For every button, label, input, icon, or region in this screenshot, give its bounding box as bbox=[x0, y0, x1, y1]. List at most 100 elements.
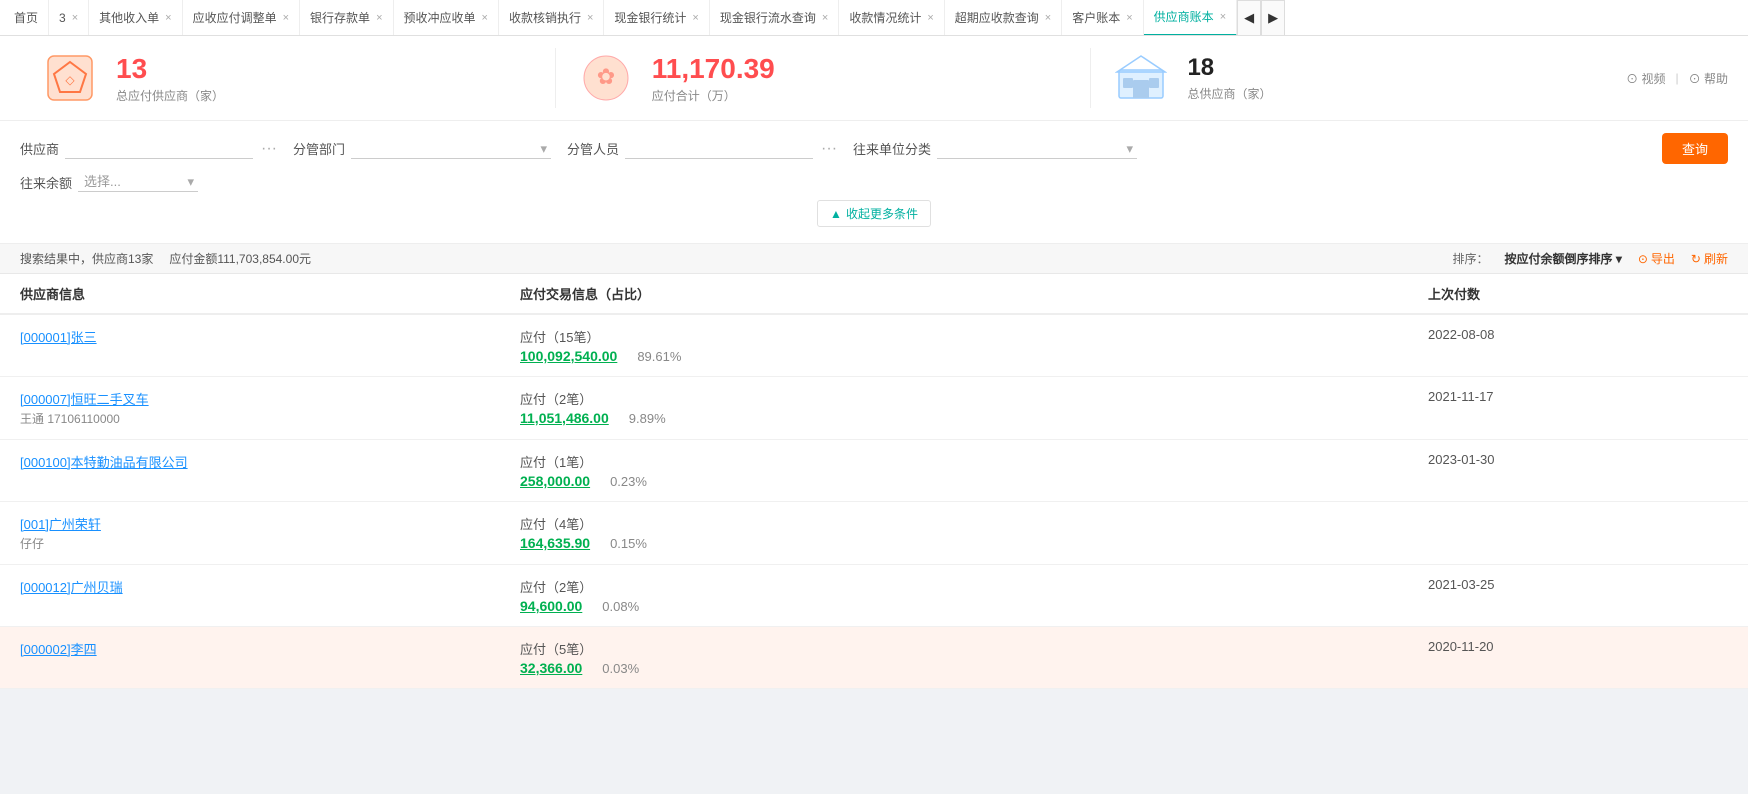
sort-selector[interactable]: 按应付余额倒序排序 ▾ bbox=[1504, 250, 1621, 267]
nav-tab-supplier-ledger-label: 供应商账本 bbox=[1154, 8, 1214, 25]
supplier-info-cell: [000012]广州贝瑞 bbox=[20, 577, 520, 598]
tx-info-cell: 应付（1笔） 258,000.00 0.23% bbox=[520, 452, 1428, 489]
payable-total-label: 应付合计（万） bbox=[652, 87, 775, 104]
nav-tab-receipt-exec[interactable]: 收款核销执行 × bbox=[499, 0, 604, 36]
close-icon[interactable]: × bbox=[482, 12, 488, 24]
collapse-icon: ▲ bbox=[830, 207, 842, 221]
close-icon[interactable]: × bbox=[822, 12, 828, 24]
top-navigation: 首页 3 × 其他收入单 × 应收应付调整单 × 银行存款单 × 预收冲应收单 … bbox=[0, 0, 1748, 36]
result-actions: 排序： 按应付余额倒序排序 ▾ ⊙ 导出 ↻ 刷新 bbox=[1452, 250, 1728, 267]
table-row: [000100]本特勤油品有限公司 应付（1笔） 258,000.00 0.23… bbox=[0, 440, 1748, 502]
nav-tab-ar-ap[interactable]: 应收应付调整单 × bbox=[183, 0, 300, 36]
close-icon[interactable]: × bbox=[376, 12, 382, 24]
tx-percent: 0.03% bbox=[602, 661, 639, 676]
nav-tab-bank-deposit[interactable]: 银行存款单 × bbox=[300, 0, 393, 36]
tx-label: 应付（5笔） bbox=[520, 639, 1428, 658]
close-icon[interactable]: × bbox=[927, 12, 933, 24]
table-header: 供应商信息 应付交易信息（占比） 上次付数 bbox=[0, 274, 1748, 315]
person-dots-icon[interactable]: ··· bbox=[821, 140, 837, 158]
nav-tab-cash-query[interactable]: 现金银行流水查询 × bbox=[710, 0, 839, 36]
collapse-more-btn[interactable]: ▲ 收起更多条件 bbox=[817, 200, 931, 227]
nav-tab-cash-query-label: 现金银行流水查询 bbox=[720, 9, 816, 26]
table-row: [000001]张三 应付（15笔） 100,092,540.00 89.61%… bbox=[0, 315, 1748, 377]
tx-amount-row: 11,051,486.00 9.89% bbox=[520, 410, 1428, 426]
last-payment-cell: 2021-03-25 bbox=[1428, 577, 1728, 592]
nav-tab-overdue-ar[interactable]: 超期应收款查询 × bbox=[945, 0, 1062, 36]
sort-value-label: 按应付余额倒序排序 bbox=[1504, 252, 1612, 266]
tx-amount-link[interactable]: 11,051,486.00 bbox=[520, 410, 609, 426]
close-icon[interactable]: × bbox=[587, 12, 593, 24]
supplier-link[interactable]: [000012]广州贝瑞 bbox=[20, 580, 123, 595]
close-icon[interactable]: × bbox=[1126, 12, 1132, 24]
balance-select-wrapper: 选择... bbox=[78, 172, 198, 192]
nav-prev-arrow[interactable]: ◀ bbox=[1237, 0, 1261, 36]
nav-tab-other-income[interactable]: 其他收入单 × bbox=[89, 0, 182, 36]
nav-tab-receipt-exec-label: 收款核销执行 bbox=[509, 9, 581, 26]
close-icon[interactable]: × bbox=[165, 12, 171, 24]
tx-amount-link[interactable]: 100,092,540.00 bbox=[520, 348, 617, 364]
total-supplier-label: 总供应商（家） bbox=[1187, 85, 1271, 102]
filter-supplier: 供应商 ··· bbox=[20, 139, 277, 159]
query-button[interactable]: 查询 bbox=[1662, 133, 1728, 164]
nav-tab-home[interactable]: 首页 bbox=[4, 0, 49, 36]
category-select[interactable] bbox=[937, 139, 1137, 159]
help-link[interactable]: ⊙ 帮助 bbox=[1689, 70, 1728, 87]
svg-text:◇: ◇ bbox=[65, 73, 75, 87]
tx-amount-link[interactable]: 94,600.00 bbox=[520, 598, 582, 614]
nav-tab-cash-stat-label: 现金银行统计 bbox=[614, 9, 686, 26]
supplier-info-cell: [000002]李四 bbox=[20, 639, 520, 660]
export-icon: ⊙ bbox=[1638, 252, 1648, 266]
tx-info-cell: 应付（2笔） 94,600.00 0.08% bbox=[520, 577, 1428, 614]
nav-tab-3[interactable]: 3 × bbox=[49, 0, 89, 36]
close-icon[interactable]: × bbox=[692, 12, 698, 24]
supplier-info-cell: [001]广州荣轩 仔仔 bbox=[20, 514, 520, 552]
nav-tab-prepaid-ar[interactable]: 预收冲应收单 × bbox=[394, 0, 499, 36]
stat-block-payable-suppliers: ◇ 13 总应付供应商（家） bbox=[20, 48, 555, 108]
diamond-icon: ◇ bbox=[40, 48, 100, 108]
sort-prefix: 排序： bbox=[1452, 250, 1488, 267]
export-button[interactable]: ⊙ 导出 bbox=[1638, 250, 1675, 267]
supplier-link[interactable]: [000007]恒旺二手叉车 bbox=[20, 392, 149, 407]
main-content: ◇ 13 总应付供应商（家） ✿ 11,170.39 应付合计（万） bbox=[0, 36, 1748, 794]
table-row: [001]广州荣轩 仔仔 应付（4笔） 164,635.90 0.15% bbox=[0, 502, 1748, 565]
dept-select[interactable] bbox=[351, 139, 551, 159]
close-icon[interactable]: × bbox=[72, 12, 78, 24]
supplier-table: 供应商信息 应付交易信息（占比） 上次付数 [000001]张三 应付（15笔）… bbox=[0, 274, 1748, 689]
supplier-link[interactable]: [000002]李四 bbox=[20, 642, 97, 657]
tx-label: 应付（2笔） bbox=[520, 389, 1428, 408]
nav-tab-receipt-stat[interactable]: 收款情况统计 × bbox=[839, 0, 944, 36]
tx-amount-row: 258,000.00 0.23% bbox=[520, 473, 1428, 489]
stat-content-total-suppliers: 18 总供应商（家） bbox=[1187, 54, 1271, 102]
nav-tab-customer-ledger-label: 客户账本 bbox=[1072, 9, 1120, 26]
person-filter-label: 分管人员 bbox=[567, 139, 619, 158]
supplier-input[interactable] bbox=[65, 139, 253, 159]
refresh-button[interactable]: ↻ 刷新 bbox=[1691, 250, 1728, 267]
tx-amount-row: 164,635.90 0.15% bbox=[520, 535, 1428, 551]
close-icon[interactable]: × bbox=[1045, 12, 1051, 24]
sort-chevron-icon: ▾ bbox=[1616, 252, 1622, 266]
supplier-sub-info: 仔仔 bbox=[20, 535, 520, 552]
close-icon[interactable]: × bbox=[283, 12, 289, 24]
supplier-link[interactable]: [000001]张三 bbox=[20, 330, 97, 345]
close-icon[interactable]: × bbox=[1220, 11, 1226, 23]
nav-next-arrow[interactable]: ▶ bbox=[1261, 0, 1285, 36]
export-label: 导出 bbox=[1651, 250, 1675, 267]
nav-tab-supplier-ledger[interactable]: 供应商账本 × bbox=[1144, 0, 1237, 36]
balance-select[interactable]: 选择... bbox=[78, 172, 198, 192]
filter-category: 往来单位分类 bbox=[853, 139, 1137, 159]
supplier-link[interactable]: [001]广州荣轩 bbox=[20, 517, 101, 532]
person-input[interactable] bbox=[625, 139, 813, 159]
video-link[interactable]: ⊙ 视频 bbox=[1626, 70, 1665, 87]
nav-tab-customer-ledger[interactable]: 客户账本 × bbox=[1062, 0, 1143, 36]
stat-help-area: ⊙ 视频 | ⊙ 帮助 bbox=[1626, 70, 1728, 87]
tx-amount-link[interactable]: 164,635.90 bbox=[520, 535, 590, 551]
supplier-link[interactable]: [000100]本特勤油品有限公司 bbox=[20, 455, 188, 470]
tx-info-cell: 应付（4笔） 164,635.90 0.15% bbox=[520, 514, 1428, 551]
supplier-dots-icon[interactable]: ··· bbox=[261, 140, 277, 158]
tx-amount-link[interactable]: 32,366.00 bbox=[520, 660, 582, 676]
nav-tab-cash-stat[interactable]: 现金银行统计 × bbox=[604, 0, 709, 36]
tx-amount-link[interactable]: 258,000.00 bbox=[520, 473, 590, 489]
stat-content-total: 11,170.39 应付合计（万） bbox=[652, 52, 775, 105]
supplier-sub-info: 王通 17106110000 bbox=[20, 410, 520, 427]
tx-amount-row: 32,366.00 0.03% bbox=[520, 660, 1428, 676]
